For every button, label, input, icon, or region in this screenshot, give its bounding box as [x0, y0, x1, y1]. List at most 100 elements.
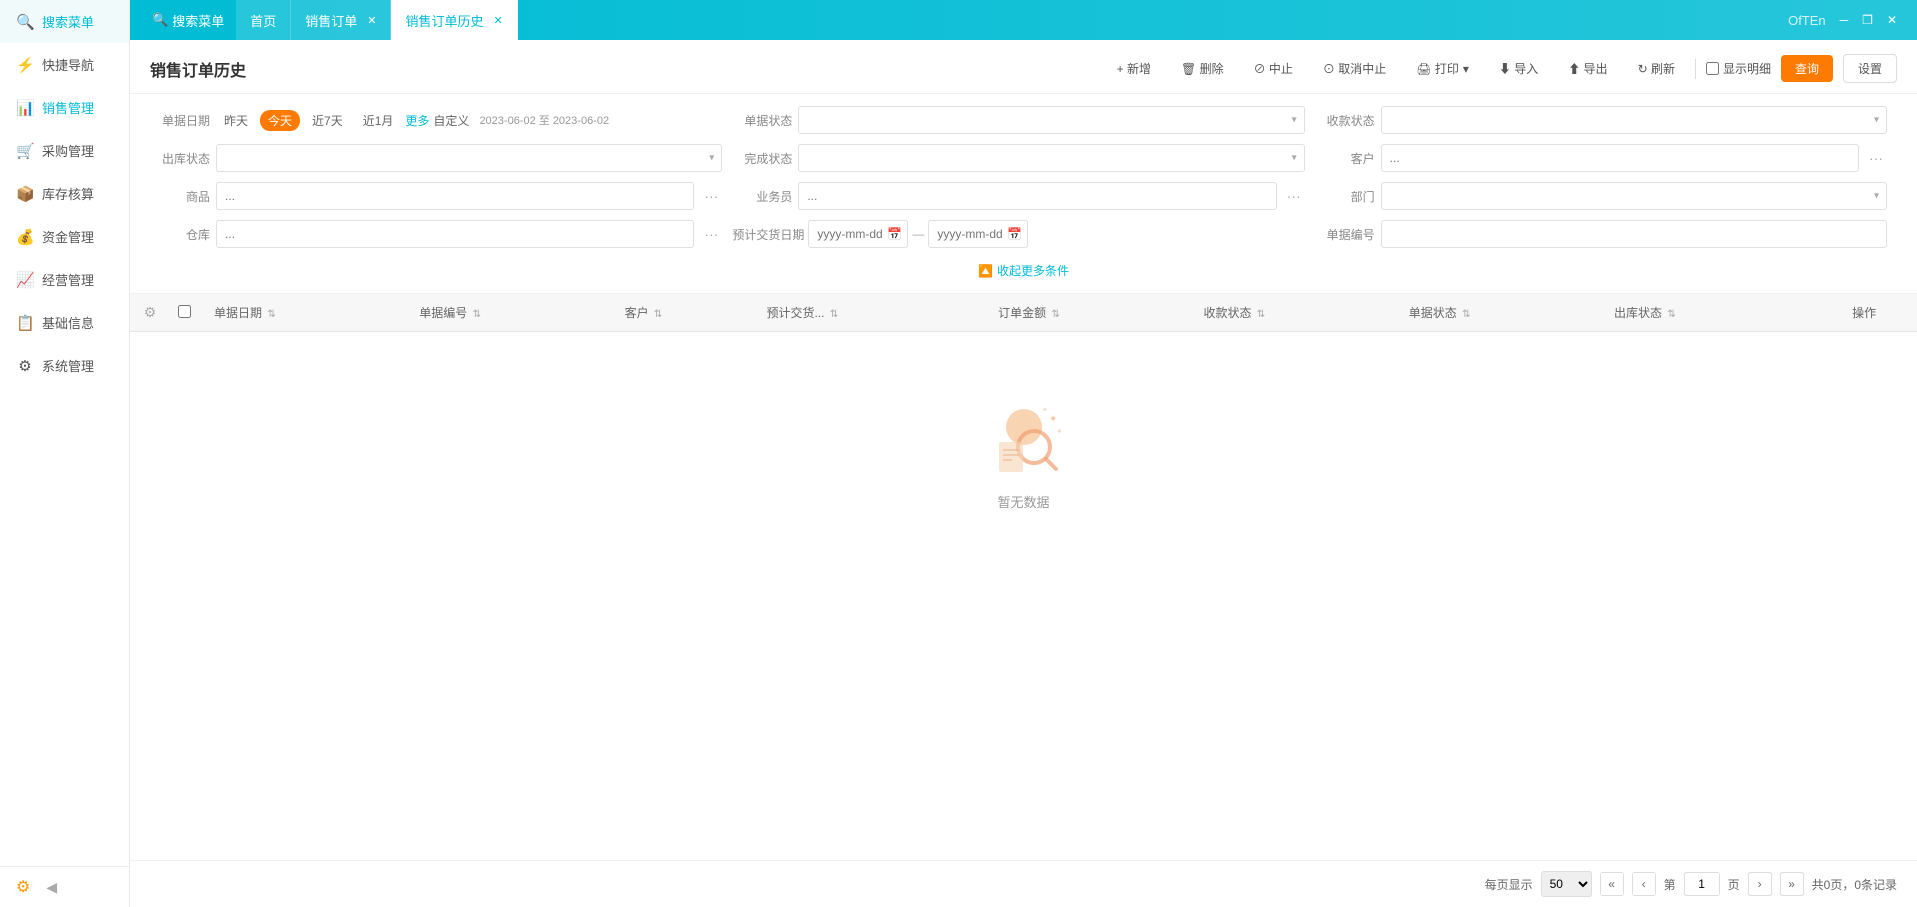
pagination-page-suf: 页	[1728, 876, 1740, 893]
filter-delivery-status-select[interactable]	[216, 144, 722, 172]
chip-1month[interactable]: 近1月	[355, 110, 402, 131]
goods-ellipsis-btn[interactable]: ···	[700, 188, 722, 204]
topbar-restore-btn[interactable]: ❐	[1862, 13, 1873, 27]
sidebar-item-search[interactable]: 🔍 搜索菜单	[0, 0, 129, 43]
delivery-date-from-wrap: 📅	[808, 220, 908, 248]
pagination-next-btn[interactable]: ›	[1748, 872, 1772, 896]
sidebar-item-system[interactable]: ⚙ 系统管理	[0, 344, 129, 387]
pagination-bar: 每页显示 10 20 50 100 « ‹ 第 页 › » 共0页，0条记录	[130, 860, 1917, 907]
filter-goods-input[interactable]	[216, 182, 694, 210]
filter-department-label: 部门	[1315, 188, 1375, 205]
sidebar-label-sales: 销售管理	[42, 98, 94, 117]
toolbar-refresh-btn[interactable]: ↻ 刷新	[1628, 55, 1685, 82]
delivery-date-from-input[interactable]	[808, 220, 908, 248]
pagination-page-input[interactable]	[1684, 872, 1720, 896]
filter-bill-no-input[interactable]	[1381, 220, 1887, 248]
toolbar-print-btn[interactable]: 🖨 打印 ▾	[1406, 55, 1479, 82]
toolbar-import-btn[interactable]: ⬇ 导入	[1489, 55, 1548, 82]
filter-department-select[interactable]	[1381, 182, 1887, 210]
col-bill-date-label: 单据日期	[214, 306, 262, 320]
chip-custom[interactable]: 自定义	[433, 112, 469, 129]
toolbar-export-btn[interactable]: ⬆ 导出	[1558, 55, 1617, 82]
collapse-label: 收起更多条件	[997, 262, 1069, 279]
sort-bill-status-icon[interactable]: ⇅	[1462, 309, 1470, 320]
toolbar-query-btn[interactable]: 查询	[1781, 55, 1833, 82]
display-detail-checkbox[interactable]	[1706, 62, 1719, 75]
table-settings-btn[interactable]: ⚙	[144, 304, 157, 321]
col-bill-no-label: 单据编号	[419, 306, 467, 320]
inventory-icon: 📦	[16, 185, 34, 203]
warehouse-ellipsis-btn[interactable]: ···	[700, 226, 722, 242]
display-detail-label: 显示明细	[1723, 60, 1771, 77]
sort-delivery-date-icon[interactable]: ⇅	[830, 309, 838, 320]
sort-bill-date-icon[interactable]: ⇅	[267, 309, 275, 320]
tab-home[interactable]: 首页	[236, 0, 291, 40]
filter-customer: 客户 ···	[1315, 144, 1887, 172]
date-chips: 昨天 今天 近7天 近1月 更多 自定义	[216, 110, 469, 131]
topbar-minimize-btn[interactable]: ─	[1840, 13, 1849, 27]
filter-bill-status-select[interactable]	[798, 106, 1304, 134]
sort-bill-no-icon[interactable]: ⇅	[473, 309, 481, 320]
tab-sales-order-history[interactable]: 销售订单历史 ✕	[391, 0, 517, 40]
filter-bill-no: 单据编号	[1315, 220, 1887, 248]
sidebar-collapse-icon[interactable]: ◀	[46, 879, 57, 896]
toolbar-new-btn[interactable]: + 新增	[1107, 55, 1161, 82]
collapse-row[interactable]: 🔼 收起更多条件	[150, 258, 1897, 281]
sidebar-item-purchase[interactable]: 🛒 采购管理	[0, 129, 129, 172]
filter-warehouse: 仓库 ···	[150, 220, 722, 248]
per-page-select[interactable]: 10 20 50 100	[1541, 871, 1592, 897]
toolbar-settings-btn[interactable]: 设置	[1843, 54, 1897, 83]
toolbar-delete-btn[interactable]: 🗑 删除	[1171, 55, 1234, 82]
filter-row-2: 出库状态 ▾ 完成状态 ▾	[150, 144, 1897, 172]
filter-salesman-label: 业务员	[732, 188, 792, 205]
empty-state-cell: ✦ ✦ ✦ 暂无数据	[130, 332, 1917, 572]
customer-ellipsis-btn[interactable]: ···	[1865, 150, 1887, 166]
chip-today[interactable]: 今天	[260, 110, 300, 131]
filter-bill-no-label: 单据编号	[1315, 226, 1375, 243]
filter-date-item: 单据日期 昨天 今天 近7天 近1月 更多 自定义 2023-06-02 至 2…	[150, 110, 722, 131]
salesman-ellipsis-btn[interactable]: ···	[1283, 188, 1305, 204]
sort-customer-icon[interactable]: ⇅	[654, 309, 662, 320]
tab-sales-order-close[interactable]: ✕	[367, 14, 376, 27]
chip-more[interactable]: 更多	[405, 112, 429, 129]
toolbar-display-detail[interactable]: 显示明细	[1706, 60, 1771, 77]
tab-sales-order-history-close[interactable]: ✕	[493, 14, 502, 27]
select-all-checkbox[interactable]	[178, 305, 191, 318]
finance-icon: 💰	[16, 228, 34, 246]
sidebar-item-inventory[interactable]: 📦 库存核算	[0, 172, 129, 215]
sort-delivery-status-icon[interactable]: ⇅	[1667, 309, 1675, 320]
sort-payment-status-icon[interactable]: ⇅	[1257, 309, 1265, 320]
pagination-last-btn[interactable]: »	[1780, 872, 1804, 896]
filter-warehouse-input[interactable]	[216, 220, 694, 248]
filter-salesman-input[interactable]	[798, 182, 1276, 210]
tab-home-label: 首页	[250, 11, 276, 30]
sidebar-item-operation[interactable]: 📈 经营管理	[0, 258, 129, 301]
sidebar-item-quicknav[interactable]: ⚡ 快捷导航	[0, 43, 129, 86]
filter-complete-status-select-wrap: ▾	[798, 144, 1304, 172]
sort-order-amount-icon[interactable]: ⇅	[1052, 309, 1060, 320]
toolbar-divider	[1695, 59, 1696, 79]
filter-salesman: 业务员 ···	[732, 182, 1304, 210]
filter-customer-input[interactable]	[1381, 144, 1859, 172]
sidebar-item-basicinfo[interactable]: 📋 基础信息	[0, 301, 129, 344]
filter-complete-status-select[interactable]	[798, 144, 1304, 172]
chip-7days[interactable]: 近7天	[304, 110, 351, 131]
filter-payment-status-select[interactable]	[1381, 106, 1887, 134]
col-delivery-status-label: 出库状态	[1614, 306, 1662, 320]
pagination-first-btn[interactable]: «	[1600, 872, 1624, 896]
chip-yesterday[interactable]: 昨天	[216, 110, 256, 131]
topbar-search[interactable]: 🔍 搜索菜单	[140, 11, 236, 30]
delivery-date-to-input[interactable]	[928, 220, 1028, 248]
toolbar-stop-btn[interactable]: ⊘ 中止	[1244, 55, 1303, 82]
sidebar-item-finance[interactable]: 💰 资金管理	[0, 215, 129, 258]
toolbar-cancel-stop-btn[interactable]: ⊙ 取消中止	[1313, 55, 1396, 82]
sidebar-item-sales[interactable]: 📊 销售管理	[0, 86, 129, 129]
col-action-label: 操作	[1852, 306, 1876, 320]
filter-complete-status-label: 完成状态	[732, 150, 792, 167]
sales-icon: 📊	[16, 99, 34, 117]
topbar-close-btn[interactable]: ✕	[1887, 13, 1897, 27]
pagination-prev-btn[interactable]: ‹	[1632, 872, 1656, 896]
sidebar-settings-icon[interactable]: ⚙	[16, 877, 30, 897]
tab-sales-order[interactable]: 销售订单 ✕	[291, 0, 391, 40]
search-icon: 🔍	[16, 13, 34, 31]
